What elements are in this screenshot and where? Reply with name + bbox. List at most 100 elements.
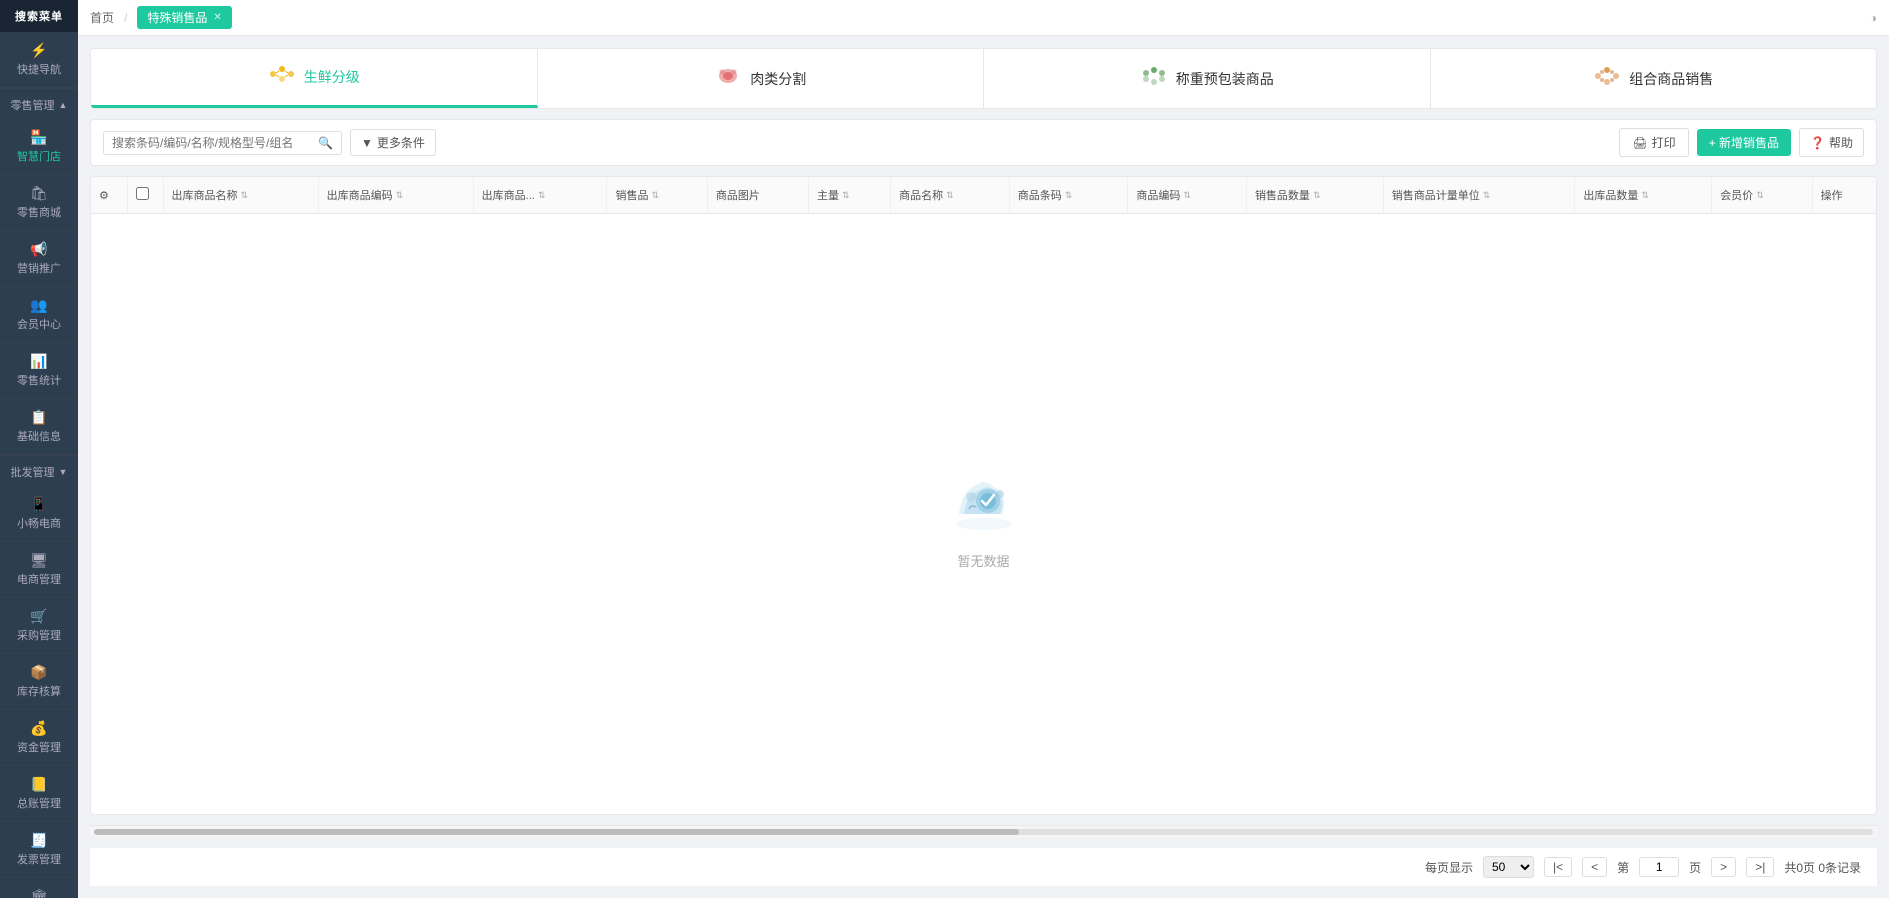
breadcrumb-home[interactable]: 首页 <box>90 9 114 26</box>
sidebar-item-quick-nav[interactable]: ⚡ 快捷导航 <box>0 32 78 88</box>
per-page-select[interactable]: 50 10 20 100 <box>1483 856 1534 878</box>
tab-scale[interactable]: 称重预包装商品 <box>984 49 1431 108</box>
combo-icon <box>1593 65 1621 92</box>
sidebar-item-mini-ecom[interactable]: 📱 小畅电商 <box>0 486 78 542</box>
sort-out-spec-icon[interactable]: ⇅ <box>538 190 546 201</box>
tab-fresh[interactable]: 生鲜分级 <box>91 49 538 108</box>
scrollbar-thumb[interactable] <box>94 829 1019 835</box>
empty-text: 暂无数据 <box>957 551 1009 570</box>
active-tab-tag[interactable]: 特殊销售品 ✕ <box>137 6 231 29</box>
select-all-checkbox[interactable] <box>136 187 149 200</box>
first-page-button[interactable]: |< <box>1544 857 1572 877</box>
page-input[interactable] <box>1639 857 1679 877</box>
horizontal-scrollbar[interactable] <box>90 825 1877 837</box>
th-checkbox[interactable] <box>127 177 163 214</box>
sidebar-item-members[interactable]: 👥 会员中心 <box>0 287 78 343</box>
tab-combo[interactable]: 组合商品销售 <box>1431 49 1877 108</box>
toolbar-right: 🖨 打印 + 新增销售品 ❓ 帮助 <box>1619 128 1864 157</box>
empty-state-icon <box>944 459 1024 539</box>
search-box[interactable]: 🔍 <box>103 131 342 155</box>
members-icon: 👥 <box>30 297 47 314</box>
category-tabs: 生鲜分级 肉类分割 <box>90 48 1877 109</box>
column-settings-icon[interactable]: ⚙ <box>99 190 109 202</box>
sidebar-item-inventory[interactable]: 📦 库存核算 <box>0 654 78 710</box>
help-label: 帮助 <box>1829 134 1853 151</box>
table-header-row: ⚙ 出库商品名称 ⇅ 出库商 <box>91 177 1876 214</box>
filter-button[interactable]: ▼ 更多条件 <box>350 129 436 156</box>
th-main-weight: 主量 ⇅ <box>808 177 890 214</box>
help-button[interactable]: ❓ 帮助 <box>1799 128 1864 157</box>
retail-arrow: ▲ <box>59 100 68 110</box>
sort-main-weight-icon[interactable]: ⇅ <box>842 190 850 201</box>
sidebar-item-retail-mall[interactable]: 🛍 零售商城 <box>0 175 78 231</box>
quick-nav-icon: ⚡ <box>30 42 47 59</box>
print-icon: 🖨 <box>1632 136 1647 150</box>
sort-member-price-icon[interactable]: ⇅ <box>1756 190 1764 201</box>
prev-page-button[interactable]: < <box>1582 857 1607 877</box>
add-sale-button[interactable]: + 新增销售品 <box>1697 129 1791 156</box>
sidebar-item-general[interactable]: 📒 总账管理 <box>0 766 78 822</box>
th-settings[interactable]: ⚙ <box>91 177 127 214</box>
toolbar: 🔍 ▼ 更多条件 🖨 打印 + 新增销售品 ❓ 帮助 <box>90 119 1877 166</box>
sort-item-code-icon[interactable]: ⇅ <box>1183 190 1191 201</box>
sidebar-item-ecom-mgmt[interactable]: 🖥 电商管理 <box>0 542 78 598</box>
toolbar-left: 🔍 ▼ 更多条件 <box>103 129 436 156</box>
retail-mall-icon: 🛍 <box>30 185 48 202</box>
sort-out-code-icon[interactable]: ⇅ <box>396 190 404 201</box>
sidebar-item-tax[interactable]: 🏛 税务管理 <box>0 878 78 898</box>
sidebar-item-invoice[interactable]: 🧾 发票管理 <box>0 822 78 878</box>
sidebar-item-marketing[interactable]: 📢 营销推广 <box>0 231 78 287</box>
sort-out-qty-icon[interactable]: ⇅ <box>1641 190 1649 201</box>
th-image-label: 商品图片 <box>716 187 760 203</box>
sidebar-item-finance[interactable]: 💰 资金管理 <box>0 710 78 766</box>
sort-out-name-icon[interactable]: ⇅ <box>241 190 249 201</box>
search-icon[interactable]: 🔍 <box>318 136 333 150</box>
tab-meat[interactable]: 肉类分割 <box>538 49 985 108</box>
page-suffix: 页 <box>1689 859 1701 876</box>
data-table: ⚙ 出库商品名称 ⇅ 出库商 <box>91 177 1876 214</box>
sort-item-name-icon[interactable]: ⇅ <box>946 190 954 201</box>
sort-sale-unit-icon[interactable]: ⇅ <box>1483 190 1491 201</box>
sort-barcode-icon[interactable]: ⇅ <box>1065 190 1073 201</box>
topbar: 首页 / 特殊销售品 ✕ ◑ <box>78 0 1889 36</box>
th-actions: 操作 <box>1812 177 1876 214</box>
sort-sale-item-icon[interactable]: ⇅ <box>651 190 659 201</box>
breadcrumb-separator: / <box>124 11 127 25</box>
tab-close-icon[interactable]: ✕ <box>213 12 221 23</box>
sidebar-section-wholesale[interactable]: 批发管理 ▼ <box>0 455 78 486</box>
meat-icon <box>714 65 742 93</box>
sidebar-item-retail-stats[interactable]: 📊 零售统计 <box>0 343 78 399</box>
topbar-toggle[interactable]: ◑ <box>1870 11 1877 25</box>
empty-state: 暂无数据 <box>91 214 1876 814</box>
th-sale-item: 销售品 ⇅ <box>607 177 707 214</box>
content-area: 生鲜分级 肉类分割 <box>78 36 1889 898</box>
th-out-spec-label: 出库商品... <box>482 187 535 203</box>
sidebar-item-purchase[interactable]: 🛒 采购管理 <box>0 598 78 654</box>
th-image: 商品图片 <box>707 177 808 214</box>
fresh-icon <box>268 63 296 91</box>
next-page-button[interactable]: > <box>1711 857 1736 877</box>
th-out-spec: 出库商品... ⇅ <box>473 177 607 214</box>
th-out-qty: 出库品数量 ⇅ <box>1575 177 1712 214</box>
th-item-code: 商品编码 ⇅ <box>1128 177 1247 214</box>
wholesale-arrow: ▼ <box>59 467 68 477</box>
pagination-bar: 每页显示 50 10 20 100 |< < 第 页 > >| 共0页 0条记录 <box>90 847 1877 886</box>
add-label: + 新增销售品 <box>1709 134 1779 151</box>
th-barcode-label: 商品条码 <box>1018 187 1062 203</box>
print-button[interactable]: 🖨 打印 <box>1619 128 1688 157</box>
sort-sale-qty-icon[interactable]: ⇅ <box>1313 190 1321 201</box>
total-info: 共0页 0条记录 <box>1784 859 1861 876</box>
sidebar-item-smart-store[interactable]: 🏪 智慧门店 <box>0 119 78 175</box>
sidebar-section-retail[interactable]: 零售管理 ▲ <box>0 88 78 119</box>
search-input[interactable] <box>112 136 312 150</box>
th-actions-label: 操作 <box>1821 190 1843 202</box>
filter-icon: ▼ <box>361 136 373 150</box>
sidebar-logo[interactable]: 搜索菜单 <box>0 0 78 32</box>
data-table-container: ⚙ 出库商品名称 ⇅ 出库商 <box>90 176 1877 815</box>
help-icon: ❓ <box>1810 136 1825 150</box>
th-out-code: 出库商品编码 ⇅ <box>318 177 473 214</box>
sidebar-item-basic-info[interactable]: 📋 基础信息 <box>0 399 78 455</box>
active-tab-label: 特殊销售品 <box>147 9 207 26</box>
last-page-button[interactable]: >| <box>1746 857 1774 877</box>
th-sale-unit: 销售商品计量单位 ⇅ <box>1383 177 1575 214</box>
